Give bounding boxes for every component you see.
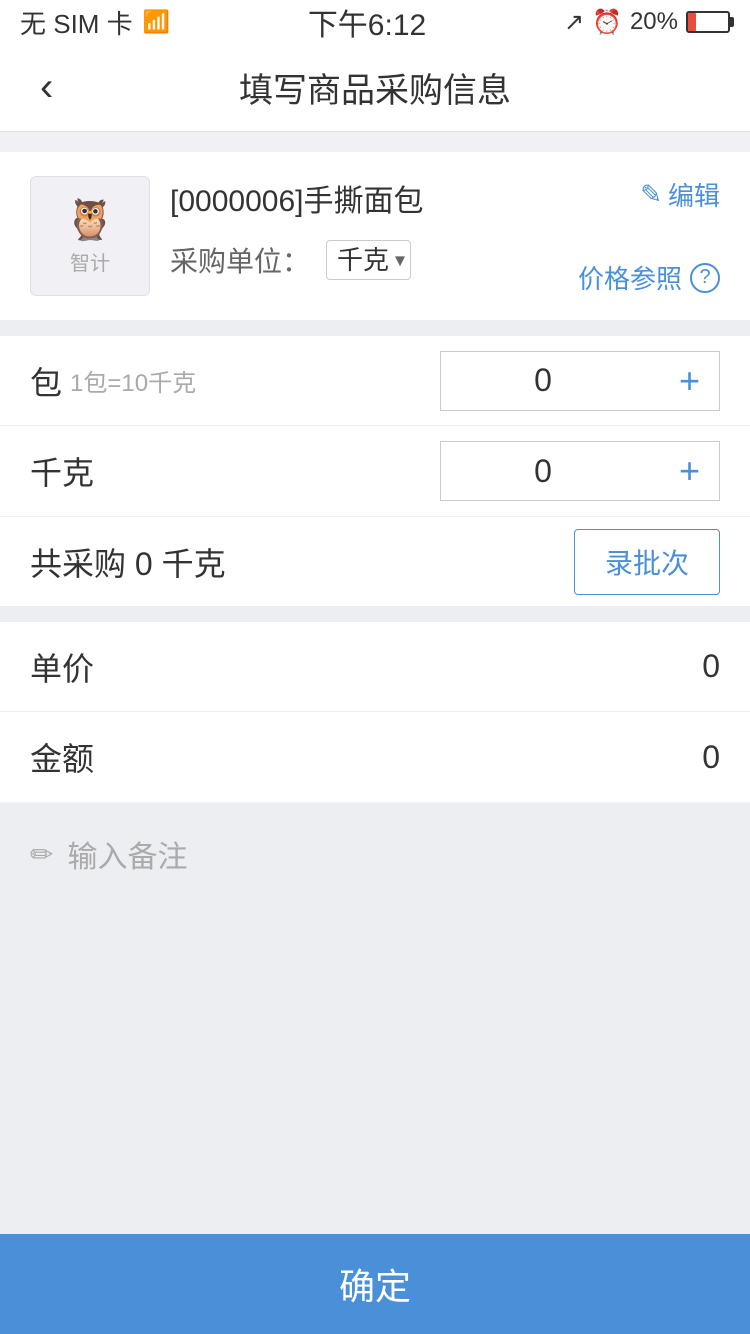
bao-plus-button[interactable]: + [660, 351, 720, 411]
bao-input[interactable] [440, 351, 660, 411]
kg-input[interactable] [440, 441, 660, 501]
kg-plus-button[interactable]: + [660, 441, 720, 501]
wifi-icon: 📶 [143, 9, 170, 35]
unit-label: 采购单位： [170, 240, 310, 280]
notes-placeholder: 输入备注 [67, 832, 187, 876]
bao-input-row: 包 1包=10千克 + [0, 336, 750, 426]
edit-icon: ✎ [640, 179, 662, 210]
battery-icon [686, 11, 730, 33]
bao-label: 包 [30, 358, 62, 404]
product-image-label: 智计 [70, 247, 110, 276]
amount-label: 金额 [30, 734, 94, 780]
unit-price-label: 单价 [30, 644, 94, 690]
page-title: 填写商品采购信息 [239, 63, 511, 112]
amount-value: 0 [702, 739, 720, 776]
unit-select-wrap[interactable]: 千克 包 [326, 240, 411, 280]
section-divider-2 [0, 606, 750, 622]
help-question-mark: ? [699, 266, 710, 289]
status-left: 无 SIM 卡 📶 [20, 4, 170, 41]
total-row: 共采购 0 千克 录批次 [0, 516, 750, 606]
status-right: ↗ ⏰ 20% [564, 8, 730, 37]
status-time: 下午6:12 [308, 0, 426, 44]
amount-row: 金额 0 [0, 712, 750, 802]
kg-input-wrap: + [440, 441, 720, 501]
confirm-bar[interactable]: 确定 [0, 1234, 750, 1334]
price-ref-help-icon[interactable]: ? [690, 263, 720, 293]
alarm-icon: ⏰ [592, 8, 622, 37]
bao-input-wrap: + [440, 351, 720, 411]
product-image: 🦉 智计 [30, 176, 150, 296]
unit-select[interactable]: 千克 包 [326, 240, 411, 280]
edit-label: 编辑 [668, 176, 720, 213]
nav-bar: ‹ 填写商品采购信息 [0, 44, 750, 132]
batch-button[interactable]: 录批次 [574, 529, 720, 595]
total-label: 共采购 0 千克 [30, 539, 226, 585]
product-card: 🦉 智计 [0000006]手撕面包 采购单位： 千克 包 ✎ 编辑 价格参照 … [0, 152, 750, 320]
battery-percent: 20% [630, 8, 678, 36]
location-icon: ↗ [564, 8, 584, 37]
back-button[interactable]: ‹ [30, 55, 63, 120]
kg-label: 千克 [30, 448, 94, 494]
unit-price-value: 0 [702, 648, 720, 685]
bao-sublabel: 1包=10千克 [70, 363, 196, 398]
sim-label: 无 SIM 卡 [20, 4, 133, 41]
product-owl-icon: 🦉 [65, 196, 115, 243]
edit-button[interactable]: ✎ 编辑 [640, 176, 720, 213]
price-ref-label: 价格参照 [578, 259, 682, 296]
product-name: [0000006]手撕面包 [170, 176, 720, 220]
kg-input-row: 千克 + [0, 426, 750, 516]
confirm-label: 确定 [339, 1258, 411, 1310]
price-amount-section: 单价 0 金额 0 [0, 622, 750, 802]
status-bar: 无 SIM 卡 📶 下午6:12 ↗ ⏰ 20% [0, 0, 750, 44]
input-section: 包 1包=10千克 + 千克 + [0, 336, 750, 516]
section-divider-1 [0, 320, 750, 336]
content-body [0, 904, 750, 1244]
notes-pencil-icon: ✏ [30, 838, 53, 871]
notes-section[interactable]: ✏ 输入备注 [0, 804, 750, 904]
price-ref-button[interactable]: 价格参照 ? [578, 259, 720, 296]
unit-price-row: 单价 0 [0, 622, 750, 712]
